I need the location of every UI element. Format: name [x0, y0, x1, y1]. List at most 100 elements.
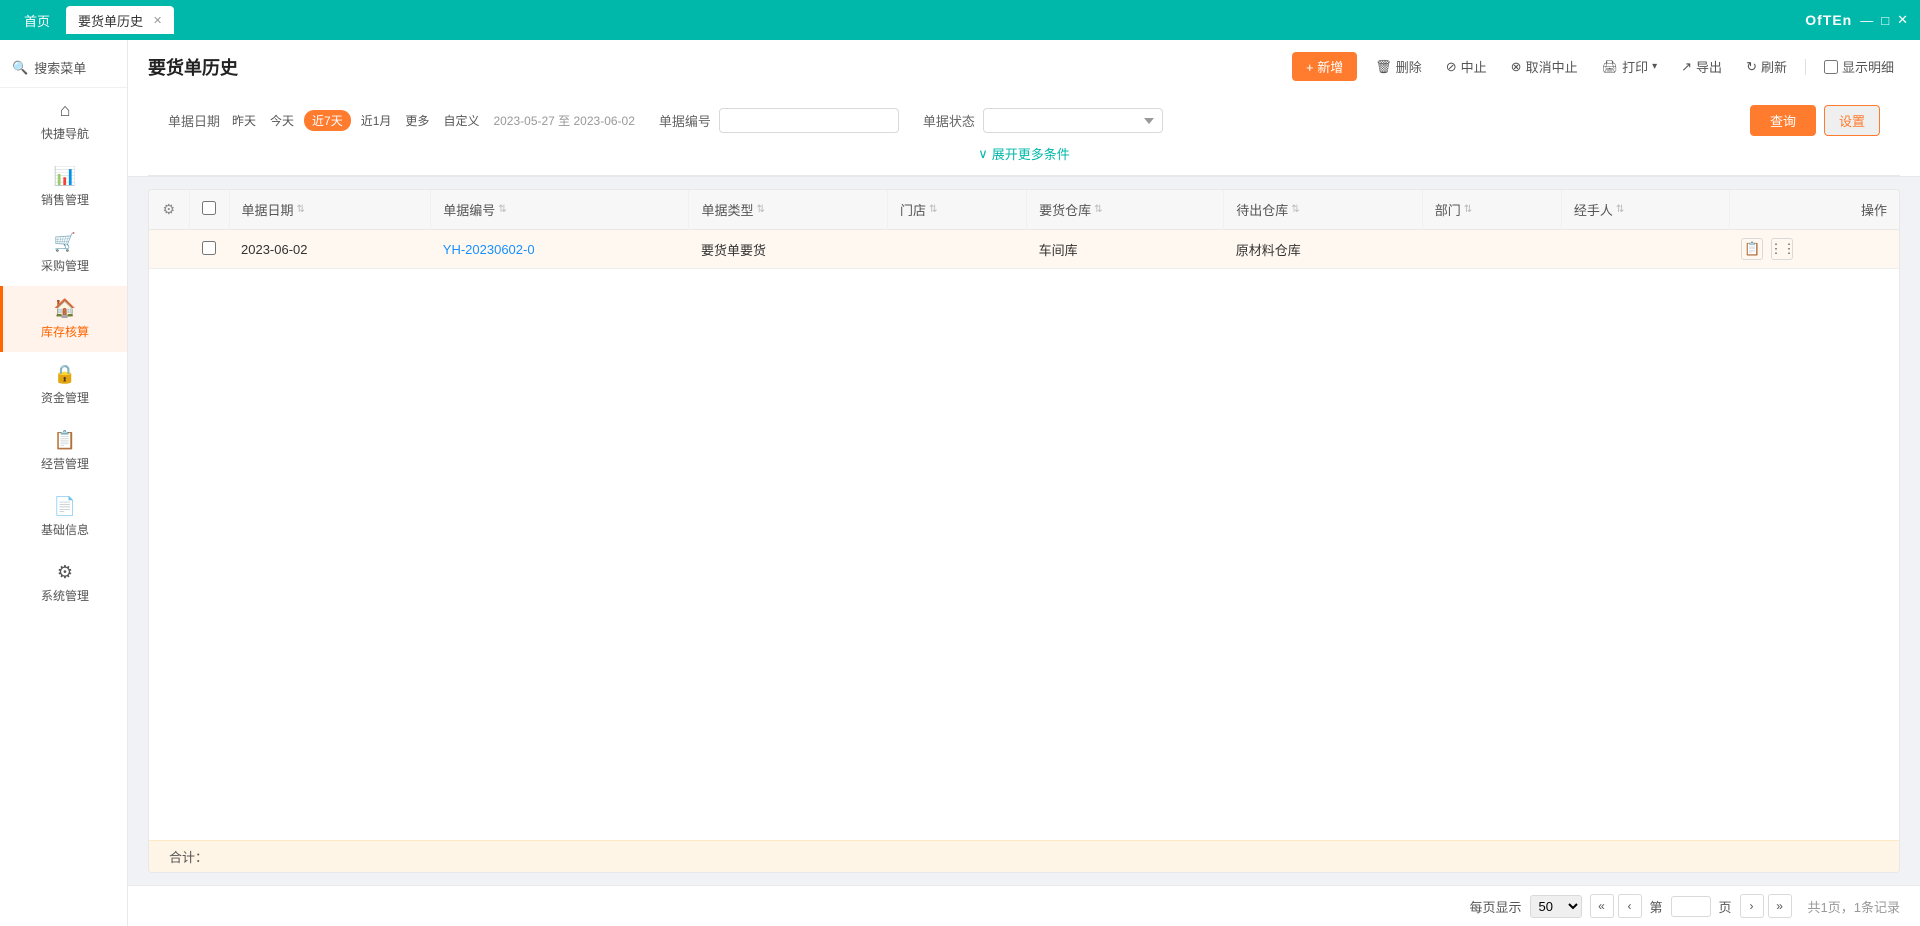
toolbar: + 新增 🗑 删除 ⊘ 中止 ⊗ 取消中止 🖨 打: [1292, 52, 1900, 81]
td-number: YH-20230602-0: [431, 230, 689, 269]
td-type: 要货单要货: [689, 230, 887, 269]
data-table: ⚙ 单据日期 ⇅: [149, 190, 1899, 269]
content-area: 要货单历史 + 新增 🗑 删除 ⊘ 中止 ⊗ 取消中止: [128, 40, 1920, 926]
delete-button[interactable]: 🗑 删除: [1369, 53, 1428, 80]
refresh-icon: ↻: [1746, 59, 1757, 75]
stop-button[interactable]: ⊘ 中止: [1440, 53, 1493, 80]
table-container: ⚙ 单据日期 ⇅: [128, 177, 1920, 885]
tab-history[interactable]: 要货单历史 ✕: [66, 6, 174, 34]
new-button[interactable]: + 新增: [1292, 52, 1357, 81]
sort-date-icon: ⇅: [297, 204, 305, 215]
sidebar-item-quick-nav[interactable]: ⌂ 快捷导航: [0, 88, 127, 154]
summary-bar: 合计：: [149, 840, 1899, 872]
doc-number-link[interactable]: YH-20230602-0: [443, 242, 535, 257]
td-handler: [1561, 230, 1729, 269]
last-page-button[interactable]: »: [1768, 894, 1792, 918]
date-opt-today[interactable]: 今天: [266, 110, 298, 131]
query-button[interactable]: 查询: [1750, 105, 1816, 136]
display-detail-checkbox[interactable]: [1824, 60, 1838, 74]
expand-more-button[interactable]: ∨ 展开更多条件: [168, 144, 1880, 163]
doc-number-filter: 单据编号: [659, 108, 899, 133]
date-opt-last1month[interactable]: 近1月: [357, 110, 396, 131]
print-dropdown-icon: ▾: [1652, 61, 1657, 72]
first-page-button[interactable]: «: [1590, 894, 1614, 918]
sidebar-item-system[interactable]: ⚙ 系统管理: [0, 550, 127, 616]
filter-row: 单据日期 昨天 今天 近7天 近1月 更多 自定义 2023-05-27 至 2…: [168, 105, 1880, 136]
minimize-icon[interactable]: —: [1860, 13, 1873, 28]
refresh-button[interactable]: ↻ 刷新: [1740, 53, 1793, 80]
print-icon: 🖨: [1602, 59, 1619, 75]
tab-close-icon[interactable]: ✕: [153, 14, 162, 27]
th-department: 部门 ⇅: [1422, 190, 1561, 230]
close-window-icon[interactable]: ✕: [1897, 12, 1908, 28]
page-nav: « ‹ 第 1 页 › »: [1590, 894, 1792, 918]
td-ops: 📋 ⋮⋮: [1729, 230, 1899, 269]
delete-icon: 🗑: [1375, 59, 1392, 75]
th-handler: 经手人 ⇅: [1561, 190, 1729, 230]
th-pending-warehouse: 待出仓库 ⇅: [1224, 190, 1422, 230]
sort-handler-icon: ⇅: [1616, 204, 1624, 215]
top-bar-right: OfTEn — □ ✕: [1805, 12, 1908, 28]
page-size-select[interactable]: 50 10 20 100: [1530, 895, 1582, 918]
th-store: 门店 ⇅: [887, 190, 1026, 230]
sidebar-item-operation[interactable]: 📋 经营管理: [0, 418, 127, 484]
system-icon: ⚙: [57, 562, 73, 583]
sidebar-item-sales[interactable]: 📊 销售管理: [0, 154, 127, 220]
filter-area: 单据日期 昨天 今天 近7天 近1月 更多 自定义 2023-05-27 至 2…: [148, 93, 1900, 176]
row-checkbox[interactable]: [202, 241, 216, 255]
status-select[interactable]: [983, 108, 1163, 133]
sidebar-item-basic[interactable]: 📄 基础信息: [0, 484, 127, 550]
settings-button[interactable]: 设置: [1824, 105, 1880, 136]
doc-number-input[interactable]: [719, 108, 899, 133]
table-wrap: ⚙ 单据日期 ⇅: [148, 189, 1900, 873]
status-label: 单据状态: [923, 111, 975, 130]
date-opt-custom[interactable]: 自定义: [439, 110, 483, 131]
display-detail-button[interactable]: 显示明细: [1818, 53, 1900, 80]
th-settings[interactable]: ⚙: [149, 190, 189, 230]
sort-type-icon: ⇅: [756, 204, 764, 215]
cancel-stop-button[interactable]: ⊗ 取消中止: [1505, 53, 1584, 80]
finance-icon: 🔒: [54, 364, 76, 385]
date-opt-last7days[interactable]: 近7天: [304, 110, 351, 131]
export-button[interactable]: ↗ 导出: [1675, 53, 1728, 80]
td-req-warehouse: 车间库: [1027, 230, 1224, 269]
prev-page-button[interactable]: ‹: [1618, 894, 1642, 918]
td-pending-warehouse: 原材料仓库: [1224, 230, 1422, 269]
sort-req-warehouse-icon: ⇅: [1094, 204, 1102, 215]
sort-store-icon: ⇅: [929, 204, 937, 215]
maximize-icon[interactable]: □: [1881, 13, 1889, 28]
date-opt-yesterday[interactable]: 昨天: [228, 110, 260, 131]
row-detail-icon[interactable]: ⋮⋮: [1771, 238, 1793, 260]
date-opt-more[interactable]: 更多: [401, 110, 433, 131]
date-filter: 单据日期 昨天 今天 近7天 近1月 更多 自定义 2023-05-27 至 2…: [168, 110, 635, 131]
td-date: 2023-06-02: [229, 230, 431, 269]
page-number-input[interactable]: 1: [1671, 896, 1711, 917]
cancel-stop-icon: ⊗: [1511, 59, 1522, 75]
page-header: 要货单历史 + 新增 🗑 删除 ⊘ 中止 ⊗ 取消中止: [128, 40, 1920, 177]
next-page-button[interactable]: ›: [1740, 894, 1764, 918]
table-header-row: ⚙ 单据日期 ⇅: [149, 190, 1899, 230]
top-bar: 首页 要货单历史 ✕ OfTEn — □ ✕: [0, 0, 1920, 40]
td-department: [1422, 230, 1561, 269]
sidebar-item-inventory[interactable]: 🏠 库存核算: [0, 286, 127, 352]
th-ops: 操作: [1729, 190, 1899, 230]
sidebar-item-purchase[interactable]: 🛒 采购管理: [0, 220, 127, 286]
date-filter-label: 单据日期: [168, 111, 220, 130]
page-title: 要货单历史: [148, 54, 238, 80]
th-type: 单据类型 ⇅: [689, 190, 887, 230]
inventory-icon: 🏠: [54, 298, 76, 319]
td-store: [887, 230, 1026, 269]
row-ops: 📋 ⋮⋮: [1741, 238, 1887, 260]
sidebar-item-finance[interactable]: 🔒 资金管理: [0, 352, 127, 418]
table-row: 2023-06-02 YH-20230602-0 要货单要货 车间库 原材料仓库: [149, 230, 1899, 269]
gear-icon[interactable]: ⚙: [162, 201, 175, 217]
search-menu[interactable]: 🔍 搜索菜单: [0, 48, 127, 88]
tab-home[interactable]: 首页: [12, 6, 62, 34]
status-filter: 单据状态: [923, 108, 1163, 133]
sort-pending-icon: ⇅: [1291, 204, 1299, 215]
print-button[interactable]: 🖨 打印 ▾: [1596, 53, 1664, 80]
row-edit-icon[interactable]: 📋: [1741, 238, 1763, 260]
select-all-checkbox[interactable]: [202, 201, 216, 215]
purchase-icon: 🛒: [54, 232, 76, 253]
td-check: [189, 230, 229, 269]
